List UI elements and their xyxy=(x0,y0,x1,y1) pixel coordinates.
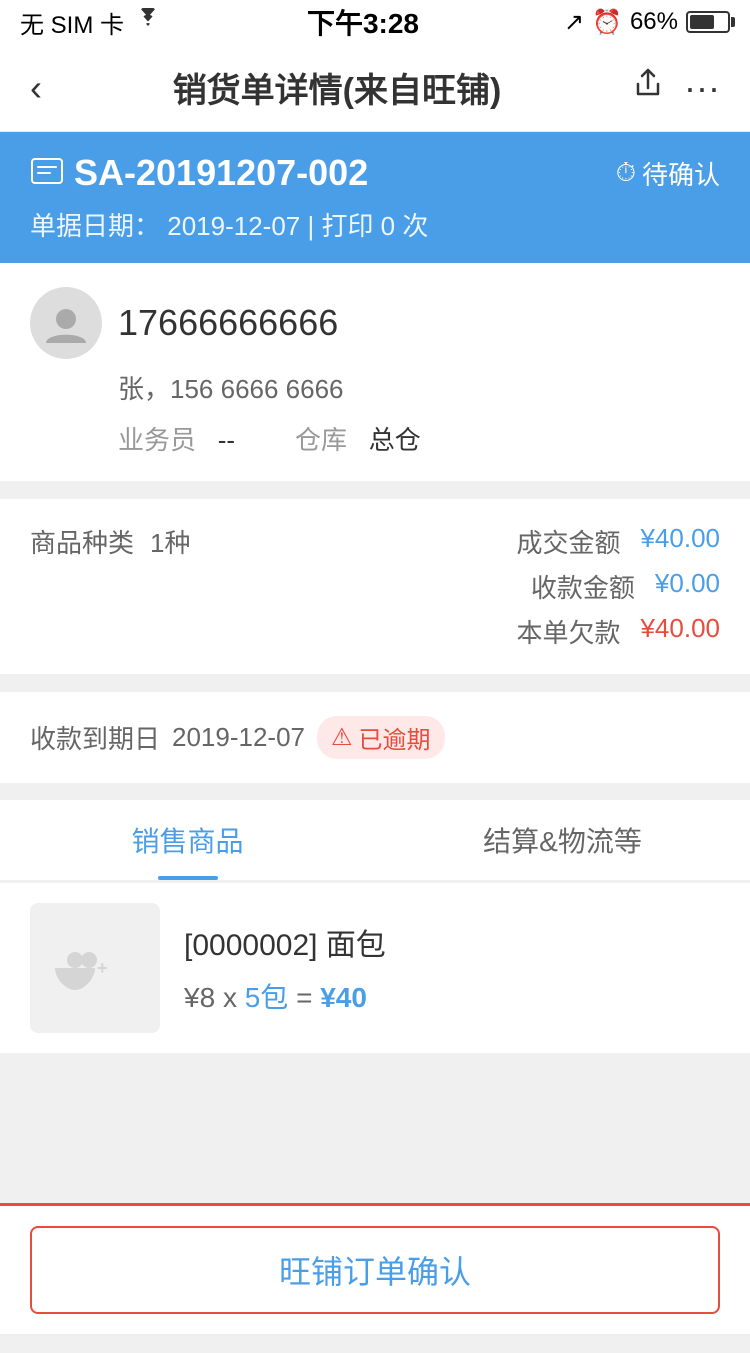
order-status: ⏱ 待确认 xyxy=(616,155,720,192)
status-bar-left: 无 SIM 卡 xyxy=(20,5,162,40)
total-price: ¥40 xyxy=(320,982,367,1013)
unit-price: ¥8 xyxy=(184,982,215,1013)
product-type-value: 1种 xyxy=(150,523,190,560)
receipt-amount-value: ¥0.00 xyxy=(655,568,720,605)
nav-actions: ··· xyxy=(632,67,720,109)
quantity: 5包 xyxy=(245,982,289,1013)
page-title: 销货单详情(来自旺铺) xyxy=(173,63,502,112)
product-logo-icon: + xyxy=(55,938,135,998)
status-bar-right: ↗ ⏰ 66% xyxy=(564,8,730,37)
deal-amount-label: 成交金额 xyxy=(516,523,620,560)
tab-settlement[interactable]: 结算&物流等 xyxy=(375,800,750,880)
product-code: [0000002] xyxy=(184,929,317,962)
salesperson-value: -- xyxy=(218,425,235,455)
due-date-value: 2019-12-07 xyxy=(172,722,305,753)
location-icon: ↗ xyxy=(564,8,584,37)
warehouse-meta: 仓库 总仓 xyxy=(295,420,421,457)
order-header: SA-20191207-002 ⏱ 待确认 单据日期： 2019-12-07 |… xyxy=(0,132,750,263)
alarm-icon: ⏰ xyxy=(592,8,622,37)
salesperson-label: 业务员 xyxy=(118,425,196,455)
product-item: + [0000002] 面包 ¥8 x 5包 = ¥40 xyxy=(30,903,720,1033)
product-price: ¥8 x 5包 = ¥40 xyxy=(184,976,720,1016)
battery-icon xyxy=(686,11,730,33)
share-button[interactable] xyxy=(632,67,664,109)
customer-meta: 业务员 -- 仓库 总仓 xyxy=(118,420,720,457)
clock-icon: ⏱ xyxy=(616,157,636,189)
warning-icon: ⚠ xyxy=(331,723,353,752)
back-button[interactable]: ‹ xyxy=(30,67,42,109)
tab-settlement-label: 结算&物流等 xyxy=(483,820,642,860)
svg-text:+: + xyxy=(97,958,108,978)
product-section: + [0000002] 面包 ¥8 x 5包 = ¥40 xyxy=(0,883,750,1053)
balance-row: 本单欠款 ¥40.00 xyxy=(516,613,720,650)
customer-section: 17666666666 张，156 6666 6666 业务员 -- 仓库 总仓 xyxy=(0,263,750,482)
product-image: + xyxy=(30,903,160,1033)
carrier-text: 无 SIM 卡 xyxy=(20,5,124,40)
status-bar-time: 下午3:28 xyxy=(307,2,419,42)
wifi-icon xyxy=(134,8,162,37)
customer-phone: 17666666666 xyxy=(118,302,338,344)
customer-name: 张，156 6666 6666 xyxy=(118,369,720,406)
overdue-text: 已逾期 xyxy=(359,720,431,755)
balance-label: 本单欠款 xyxy=(516,613,620,650)
salesperson-meta: 业务员 -- xyxy=(118,420,235,457)
tabs-section: 销售商品 结算&物流等 xyxy=(0,800,750,881)
balance-value: ¥40.00 xyxy=(640,613,720,650)
status-bar: 无 SIM 卡 下午3:28 ↗ ⏰ 66% xyxy=(0,0,750,44)
avatar xyxy=(30,287,102,359)
product-type-label: 商品种类 xyxy=(30,523,134,560)
overdue-badge: ⚠ 已逾期 xyxy=(317,716,445,759)
receipt-amount-label: 收款金额 xyxy=(531,568,635,605)
more-button[interactable]: ··· xyxy=(684,67,720,109)
stats-section: 商品种类 1种 成交金额 ¥40.00 收款金额 ¥0.00 本单欠款 ¥40.… xyxy=(0,498,750,675)
battery-percent: 66% xyxy=(630,8,678,36)
due-date-label: 收款到期日 xyxy=(30,719,160,756)
due-date-section: 收款到期日 2019-12-07 ⚠ 已逾期 xyxy=(0,691,750,784)
product-info: [0000002] 面包 ¥8 x 5包 = ¥40 xyxy=(184,920,720,1016)
receipt-amount-row: 收款金额 ¥0.00 xyxy=(531,568,720,605)
order-id: SA-20191207-002 xyxy=(30,152,368,194)
warehouse-label: 仓库 xyxy=(295,425,347,455)
deal-amount-value: ¥40.00 xyxy=(640,523,720,560)
tab-underline xyxy=(158,876,218,880)
warehouse-value: 总仓 xyxy=(369,425,421,455)
deal-amount-row: 成交金额 ¥40.00 xyxy=(516,523,720,560)
nav-bar: ‹ 销货单详情(来自旺铺) ··· xyxy=(0,44,750,132)
amount-stats: 成交金额 ¥40.00 收款金额 ¥0.00 本单欠款 ¥40.00 xyxy=(516,523,720,650)
product-type: 商品种类 1种 xyxy=(30,523,190,560)
order-icon xyxy=(30,152,64,194)
equals-sign: = xyxy=(296,982,312,1013)
product-name: [0000002] 面包 xyxy=(184,920,720,964)
bottom-bar: 旺铺订单确认 xyxy=(0,1203,750,1334)
multiply-sign: x xyxy=(223,982,237,1013)
confirm-button[interactable]: 旺铺订单确认 xyxy=(30,1226,720,1314)
tab-products-label: 销售商品 xyxy=(131,820,243,860)
product-title: 面包 xyxy=(326,929,386,962)
order-date: 单据日期： 2019-12-07 | 打印 0 次 xyxy=(30,206,720,243)
tab-products[interactable]: 销售商品 xyxy=(0,800,375,880)
